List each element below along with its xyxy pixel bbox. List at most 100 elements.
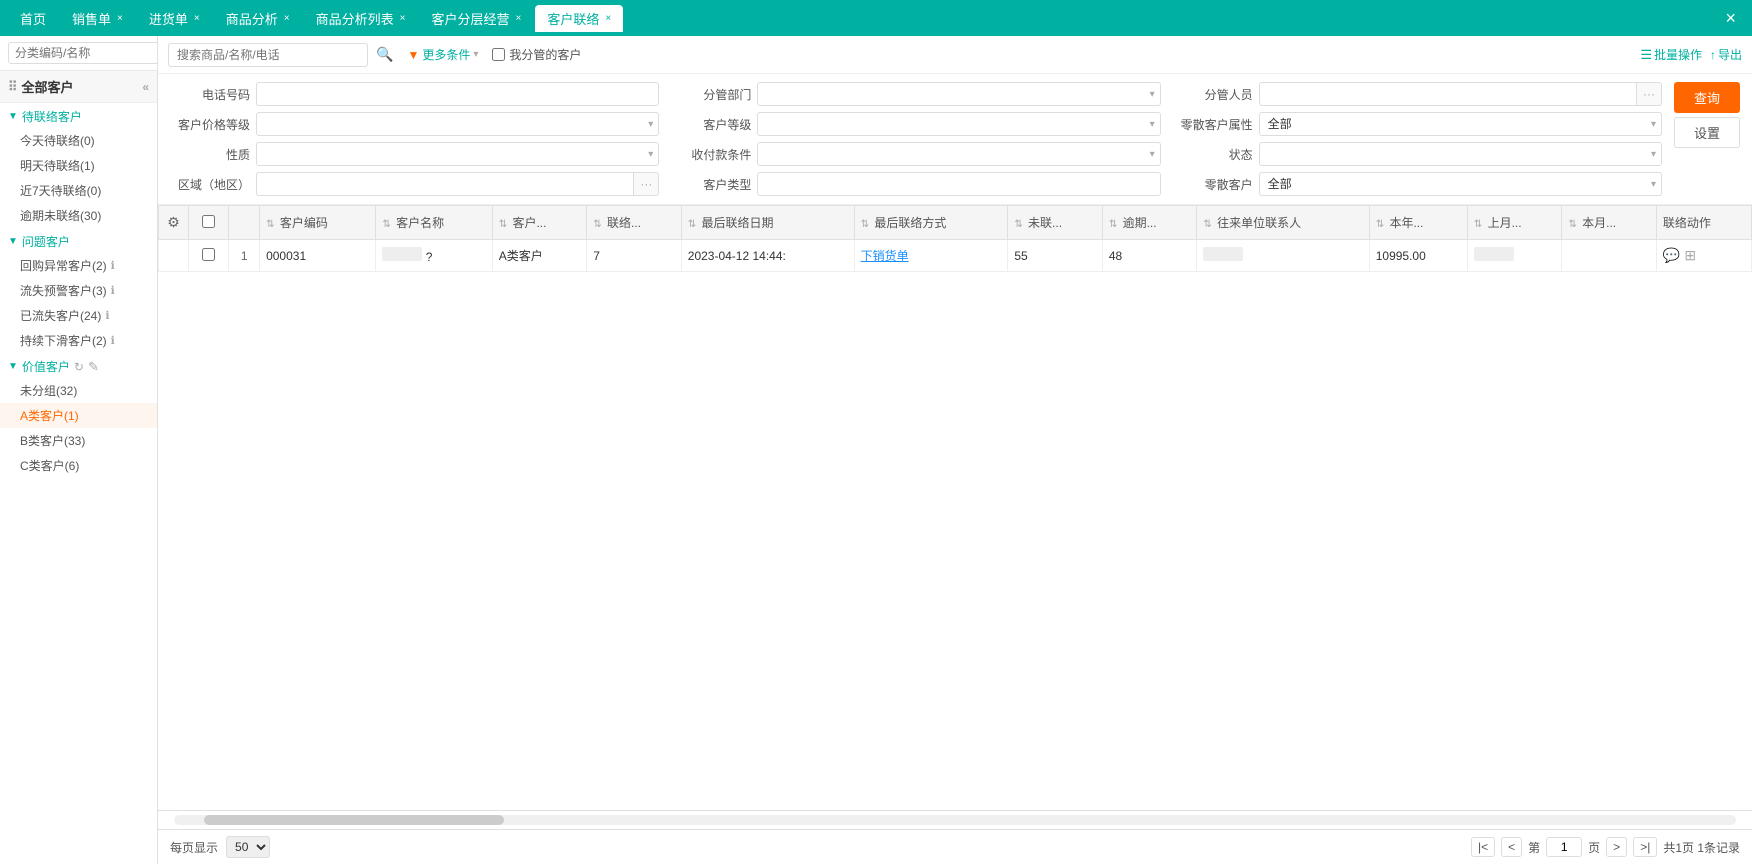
sidebar-item-today[interactable]: 今天待联络(0) xyxy=(0,128,157,153)
filter-payment: 收付款条件 ▾ xyxy=(671,142,1160,166)
sidebar-item-class-b[interactable]: B类客户(33) xyxy=(0,428,157,453)
payment-select[interactable] xyxy=(757,142,1160,166)
th-type[interactable]: ⇅ 客户... xyxy=(492,206,587,240)
filter-retail-attr: 零散客户属性 全部 ▾ xyxy=(1173,112,1662,136)
close-customer-contact-tab[interactable]: × xyxy=(605,13,611,24)
horizontal-scrollbar-track[interactable] xyxy=(174,815,1736,825)
retail-attr-select[interactable]: 全部 xyxy=(1259,112,1662,136)
last-method-link[interactable]: 下销货单 xyxy=(861,249,909,263)
collapse-icon[interactable]: « xyxy=(142,80,149,94)
close-purchase-tab[interactable]: × xyxy=(194,13,200,24)
my-customers-checkbox-label[interactable]: 我分管的客户 xyxy=(492,46,581,63)
page-size-select[interactable]: 50 xyxy=(226,836,270,858)
td-contact-count: 7 xyxy=(587,240,682,272)
window-close-button[interactable]: × xyxy=(1717,4,1744,33)
td-checkbox[interactable] xyxy=(189,240,229,272)
sidebar-item-overdue[interactable]: 逾期未联络(30) xyxy=(0,203,157,228)
nav-tab-customer-tier[interactable]: 客户分层经营 × xyxy=(419,5,533,32)
table-select-all-header[interactable] xyxy=(189,206,229,240)
edit-icon[interactable]: ✎ xyxy=(88,359,99,375)
page-input[interactable] xyxy=(1546,837,1582,857)
phone-input[interactable] xyxy=(256,82,659,106)
filter-bar: 🔍 ▼ 更多条件 ▾ 我分管的客户 ☰ 批量操作 ↑ 导出 xyxy=(158,36,1752,74)
value-customer-group[interactable]: ▼ 价值客户 ↻ ✎ xyxy=(0,353,157,378)
th-this-month[interactable]: ⇅ 本月... xyxy=(1562,206,1657,240)
th-last-month[interactable]: ⇅ 上月... xyxy=(1467,206,1562,240)
table-settings-icon[interactable]: ⚙ xyxy=(159,206,189,240)
nav-tab-customer-contact[interactable]: 客户联络 × xyxy=(535,5,623,32)
batch-op-button[interactable]: ☰ 批量操作 xyxy=(1640,46,1702,63)
region-dots-button[interactable]: ··· xyxy=(634,172,659,196)
customer-level-select[interactable] xyxy=(757,112,1160,136)
sidebar-item-churned[interactable]: 已流失客户(24) ℹ xyxy=(0,303,157,328)
customer-type-input[interactable] xyxy=(757,172,1160,196)
select-all-checkbox[interactable] xyxy=(202,215,215,228)
total-records: 共1页 1条记录 xyxy=(1663,839,1740,856)
th-last-method[interactable]: ⇅ 最后联络方式 xyxy=(854,206,1008,240)
nav-tab-analysis-list[interactable]: 商品分析列表 × xyxy=(304,5,418,32)
sidebar-search-input[interactable] xyxy=(8,42,158,64)
th-not-contacted[interactable]: ⇅ 未联... xyxy=(1008,206,1103,240)
qrcode-icon[interactable]: ⊞ xyxy=(1684,247,1696,264)
refresh-icon[interactable]: ↻ xyxy=(74,360,84,374)
settings-button[interactable]: 设置 xyxy=(1674,117,1740,148)
nav-home[interactable]: 首页 xyxy=(8,5,58,32)
td-last-method[interactable]: 下销货单 xyxy=(854,240,1008,272)
td-name: ? xyxy=(376,240,492,272)
problem-customer-group[interactable]: ▼ 问题客户 xyxy=(0,228,157,253)
chat-icon[interactable]: 💬 xyxy=(1663,247,1680,264)
all-customers-header[interactable]: ⠿ 全部客户 « xyxy=(0,71,157,103)
search-input[interactable] xyxy=(168,43,368,67)
retail-customer-select[interactable]: 全部 xyxy=(1259,172,1662,196)
region-input[interactable] xyxy=(256,172,634,196)
next-page-button[interactable]: > xyxy=(1606,837,1627,857)
close-sales-tab[interactable]: × xyxy=(117,13,123,24)
close-analysis-list-tab[interactable]: × xyxy=(400,13,406,24)
more-filters-button[interactable]: ▼ 更多条件 ▾ xyxy=(401,42,484,67)
sidebar-item-class-c[interactable]: C类客户(6) xyxy=(0,453,157,478)
sidebar-item-class-a[interactable]: A类客户(1) xyxy=(0,403,157,428)
nature-select[interactable] xyxy=(256,142,659,166)
sort-icon: ⇅ xyxy=(688,219,696,230)
query-button[interactable]: 查询 xyxy=(1674,82,1740,113)
row-checkbox[interactable] xyxy=(202,248,215,261)
payment-label: 收付款条件 xyxy=(671,146,751,163)
th-name[interactable]: ⇅ 客户名称 xyxy=(376,206,492,240)
sort-icon: ⇅ xyxy=(266,219,274,230)
th-year-amount[interactable]: ⇅ 本年... xyxy=(1369,206,1467,240)
dept-select[interactable] xyxy=(757,82,1160,106)
my-customers-checkbox[interactable] xyxy=(492,48,505,61)
pending-contact-group[interactable]: ▼ 待联络客户 xyxy=(0,103,157,128)
sidebar-item-ungrouped[interactable]: 未分组(32) xyxy=(0,378,157,403)
horizontal-scrollbar-thumb[interactable] xyxy=(204,815,504,825)
page-label: 第 xyxy=(1528,839,1540,856)
dept-label: 分管部门 xyxy=(671,86,751,103)
price-level-select[interactable] xyxy=(256,112,659,136)
first-page-button[interactable]: |< xyxy=(1471,837,1495,857)
last-page-button[interactable]: >| xyxy=(1633,837,1657,857)
th-last-date[interactable]: ⇅ 最后联络日期 xyxy=(681,206,854,240)
close-customer-tier-tab[interactable]: × xyxy=(515,13,521,24)
search-icon[interactable]: 🔍 xyxy=(376,46,393,63)
th-overdue[interactable]: ⇅ 逾期... xyxy=(1102,206,1197,240)
sidebar-item-declining[interactable]: 持续下滑客户(2) ℹ xyxy=(0,328,157,353)
status-select[interactable] xyxy=(1259,142,1662,166)
sidebar-item-churn-warning[interactable]: 流失预警客户(3) ℹ xyxy=(0,278,157,303)
prev-page-button[interactable]: < xyxy=(1501,837,1522,857)
th-unit-contact[interactable]: ⇅ 往来单位联系人 xyxy=(1197,206,1369,240)
nav-tab-purchase[interactable]: 进货单 × xyxy=(137,5,212,32)
manager-dots-button[interactable]: ··· xyxy=(1637,82,1662,106)
nav-tab-sales[interactable]: 销售单 × xyxy=(60,5,135,32)
price-level-label: 客户价格等级 xyxy=(170,116,250,133)
manager-input[interactable] xyxy=(1259,82,1637,106)
close-analysis-tab[interactable]: × xyxy=(284,13,290,24)
nav-tab-analysis[interactable]: 商品分析 × xyxy=(214,5,302,32)
status-select-wrapper: ▾ xyxy=(1259,142,1662,166)
th-contact-count[interactable]: ⇅ 联络... xyxy=(587,206,682,240)
export-button[interactable]: ↑ 导出 xyxy=(1710,46,1742,63)
sidebar-item-7days[interactable]: 近7天待联络(0) xyxy=(0,178,157,203)
sidebar-item-abnormal[interactable]: 回购异常客户(2) ℹ xyxy=(0,253,157,278)
th-code[interactable]: ⇅ 客户编码 xyxy=(260,206,376,240)
filter-dept: 分管部门 ▾ xyxy=(671,82,1160,106)
sidebar-item-tomorrow[interactable]: 明天待联络(1) xyxy=(0,153,157,178)
